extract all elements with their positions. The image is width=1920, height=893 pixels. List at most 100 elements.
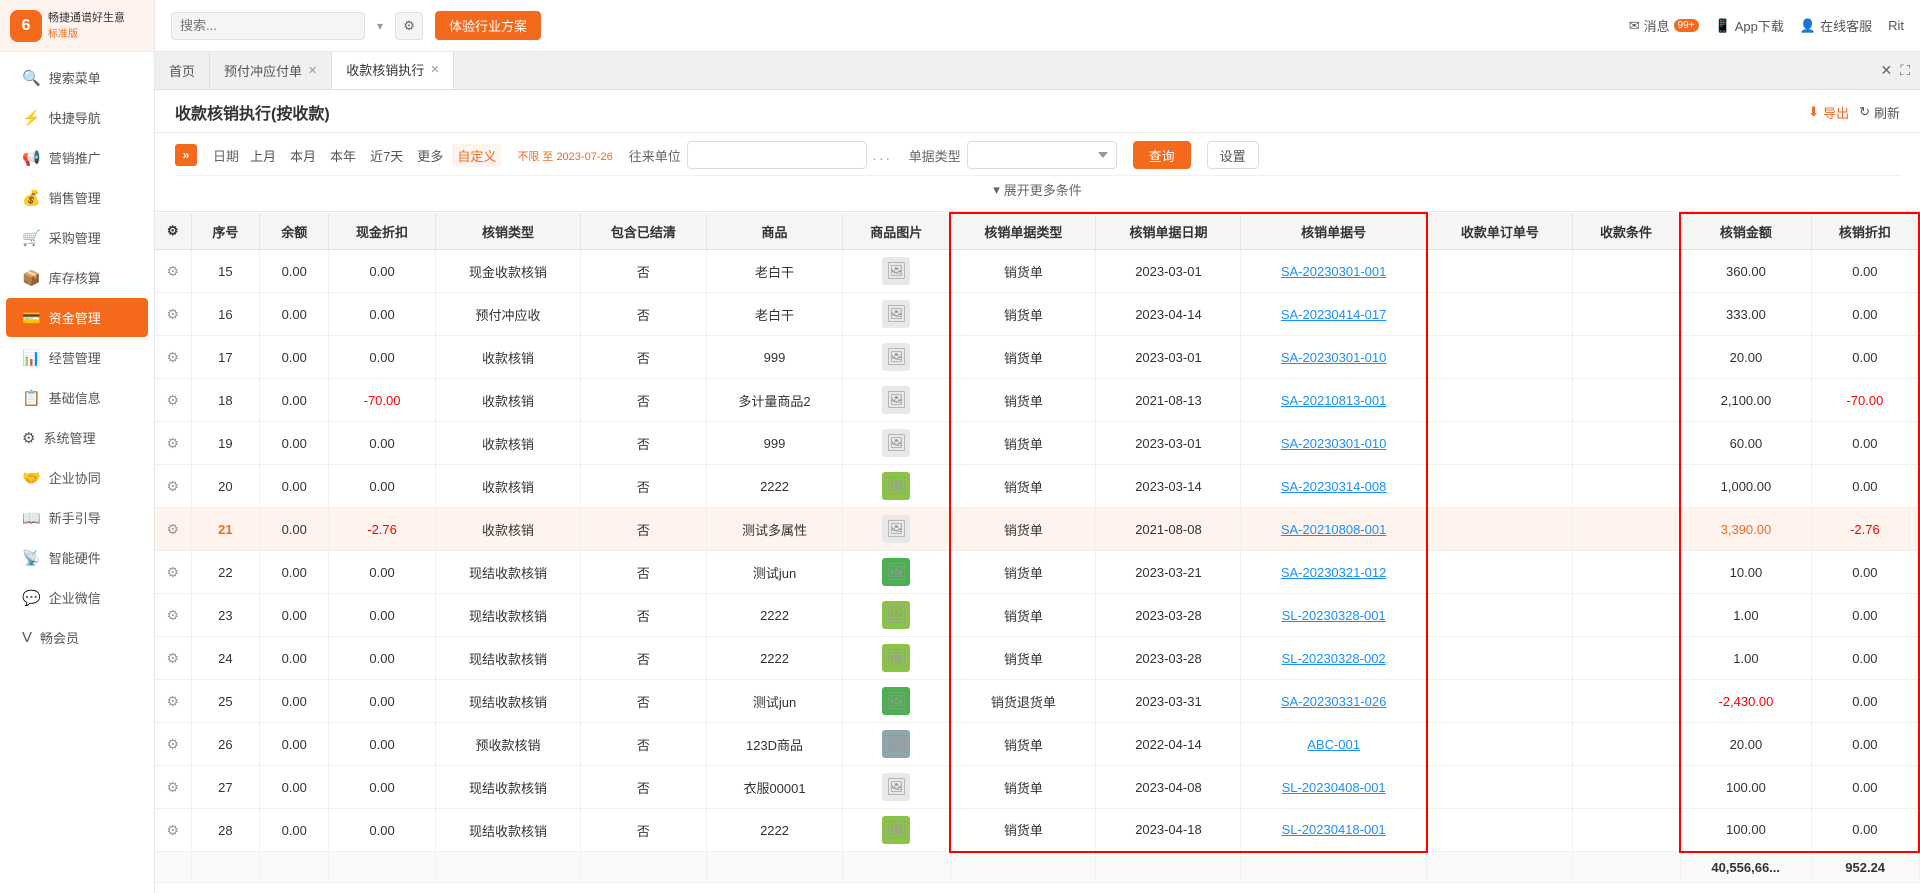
tab-0[interactable]: 首页 [155,52,210,89]
doc-link-5[interactable]: SA-20230314-008 [1281,479,1387,494]
sidebar-item-13[interactable]: 💬企业微信 [6,578,148,617]
cell-doc_report_type-5: 销货单 [950,465,1096,508]
topbar-arrow-icon[interactable]: ▾ [377,19,383,33]
tab-close-1[interactable]: ✕ [308,64,317,77]
cell-settings-11[interactable]: ⚙ [155,723,191,766]
cell-balance-4: 0.00 [260,422,329,465]
maximize-icon[interactable]: ⛶ [1900,62,1910,79]
summary-cell-doc_report_date [1096,852,1241,883]
cell-settings-7[interactable]: ⚙ [155,551,191,594]
sidebar-item-6[interactable]: 💳资金管理 [6,298,148,337]
sidebar-item-9[interactable]: ⚙系统管理 [6,418,148,457]
date-this-year[interactable]: 本年 [325,144,361,167]
doc-link-13[interactable]: SL-20230418-001 [1282,822,1386,837]
sidebar-item-10[interactable]: 🤝企业协同 [6,458,148,497]
nav-icon-3: 💰 [22,189,41,207]
logo-text: 畅捷通谱好生意 [48,11,125,25]
cell-verify_type-0: 现金收款核销 [435,250,580,293]
doc-link-2[interactable]: SA-20230301-010 [1281,350,1387,365]
tab-close-2[interactable]: ✕ [430,63,439,76]
cell-settings-10[interactable]: ⚙ [155,680,191,723]
cell-settings-8[interactable]: ⚙ [155,594,191,637]
cell-product-8: 2222 [706,594,842,637]
cell-settings-6[interactable]: ⚙ [155,508,191,551]
app-download-item[interactable]: 📱 App下载 [1715,16,1784,35]
cell-seq-10: 25 [191,680,260,723]
sidebar-item-14[interactable]: V畅会员 [6,618,148,657]
sidebar-item-3[interactable]: 💰销售管理 [6,178,148,217]
table-container: ⚙序号余额现金折扣核销类型包含已结清商品商品图片核销单据类型核销单据日期核销单据… [155,212,1920,893]
summary-cell-verify_amount: 40,556,66... [1680,852,1811,883]
tab-1[interactable]: 预付冲应付单✕ [210,52,332,89]
close-tab-icon[interactable]: ✕ [1880,62,1892,79]
cell-product_image-13: 🖼 [843,809,951,852]
doc-link-6[interactable]: SA-20210808-001 [1281,522,1387,537]
cell-doc_report_type-2: 销货单 [950,336,1096,379]
refresh-button[interactable]: ↻ 刷新 [1859,103,1900,122]
cell-doc_report_no-13: SL-20230418-001 [1241,809,1427,852]
doc-link-0[interactable]: SA-20230301-001 [1281,264,1387,279]
cell-product-0: 老白干 [706,250,842,293]
sidebar-item-2[interactable]: 📢营销推广 [6,138,148,177]
query-button[interactable]: 查询 [1133,141,1191,169]
doc-link-7[interactable]: SA-20230321-012 [1281,565,1387,580]
sidebar-item-5[interactable]: 📦库存核算 [6,258,148,297]
sidebar-item-12[interactable]: 📡智能硬件 [6,538,148,577]
nav-icon-0: 🔍 [22,69,41,87]
tab-2[interactable]: 收款核销执行✕ [332,52,454,89]
export-button[interactable]: ⬇ 导出 [1808,103,1849,122]
date-last-month[interactable]: 上月 [245,144,281,167]
sidebar-item-0[interactable]: 🔍搜索菜单 [6,58,148,97]
doc-link-9[interactable]: SL-20230328-002 [1282,651,1386,666]
cell-seq-13: 28 [191,809,260,852]
industry-btn[interactable]: 体验行业方案 [435,11,541,40]
user-item[interactable]: Rit [1888,18,1904,33]
cell-settings-4[interactable]: ⚙ [155,422,191,465]
sidebar-item-8[interactable]: 📋基础信息 [6,378,148,417]
online-service-item[interactable]: 👤 在线客服 [1800,16,1872,35]
sidebar-item-1[interactable]: ⚡快捷导航 [6,98,148,137]
doc-link-8[interactable]: SL-20230328-001 [1282,608,1386,623]
date-custom[interactable]: 自定义 [452,144,501,167]
topbar-gear-button[interactable]: ⚙ [395,12,423,40]
cell-settings-12[interactable]: ⚙ [155,766,191,809]
cell-settings-0[interactable]: ⚙ [155,250,191,293]
sidebar-item-7[interactable]: 📊经营管理 [6,338,148,377]
cell-seq-8: 23 [191,594,260,637]
sidebar-item-4[interactable]: 🛒采购管理 [6,218,148,257]
filter-toggle-button[interactable]: » [175,144,197,166]
expand-conditions[interactable]: ▾ 展开更多条件 [175,175,1900,203]
settings-button[interactable]: 设置 [1207,141,1259,169]
user-label: Rit [1888,18,1904,33]
cell-verify_discount-13: 0.00 [1811,809,1919,852]
cell-settings-3[interactable]: ⚙ [155,379,191,422]
cell-seq-9: 24 [191,637,260,680]
nav-icon-4: 🛒 [22,229,41,247]
doc-link-3[interactable]: SA-20210813-001 [1281,393,1387,408]
date-more[interactable]: 更多 [412,144,448,167]
cell-doc_report_type-11: 销货单 [950,723,1096,766]
cell-doc_report_date-1: 2023-04-14 [1096,293,1241,336]
messages-item[interactable]: ✉ 消息 99+ [1629,16,1699,35]
cell-doc_report_no-8: SL-20230328-001 [1241,594,1427,637]
date-this-month[interactable]: 本月 [285,144,321,167]
counterpart-input[interactable] [687,141,867,169]
cell-cash_discount-5: 0.00 [329,465,436,508]
cell-product_image-6: 🖼 [843,508,951,551]
doc-link-12[interactable]: SL-20230408-001 [1282,780,1386,795]
cell-settings-1[interactable]: ⚙ [155,293,191,336]
doc-link-4[interactable]: SA-20230301-010 [1281,436,1387,451]
summary-cell-product [706,852,842,883]
doc-link-11[interactable]: ABC-001 [1307,737,1360,752]
date-7days[interactable]: 近7天 [365,144,408,167]
cell-settings-2[interactable]: ⚙ [155,336,191,379]
cell-settings-5[interactable]: ⚙ [155,465,191,508]
topbar-search-input[interactable] [171,12,365,40]
cell-settings-9[interactable]: ⚙ [155,637,191,680]
doc-link-1[interactable]: SA-20230414-017 [1281,307,1387,322]
doc-link-10[interactable]: SA-20230331-026 [1281,694,1387,709]
cell-product-12: 衣服00001 [706,766,842,809]
doc-type-select[interactable] [967,141,1117,169]
cell-settings-13[interactable]: ⚙ [155,809,191,852]
sidebar-item-11[interactable]: 📖新手引导 [6,498,148,537]
